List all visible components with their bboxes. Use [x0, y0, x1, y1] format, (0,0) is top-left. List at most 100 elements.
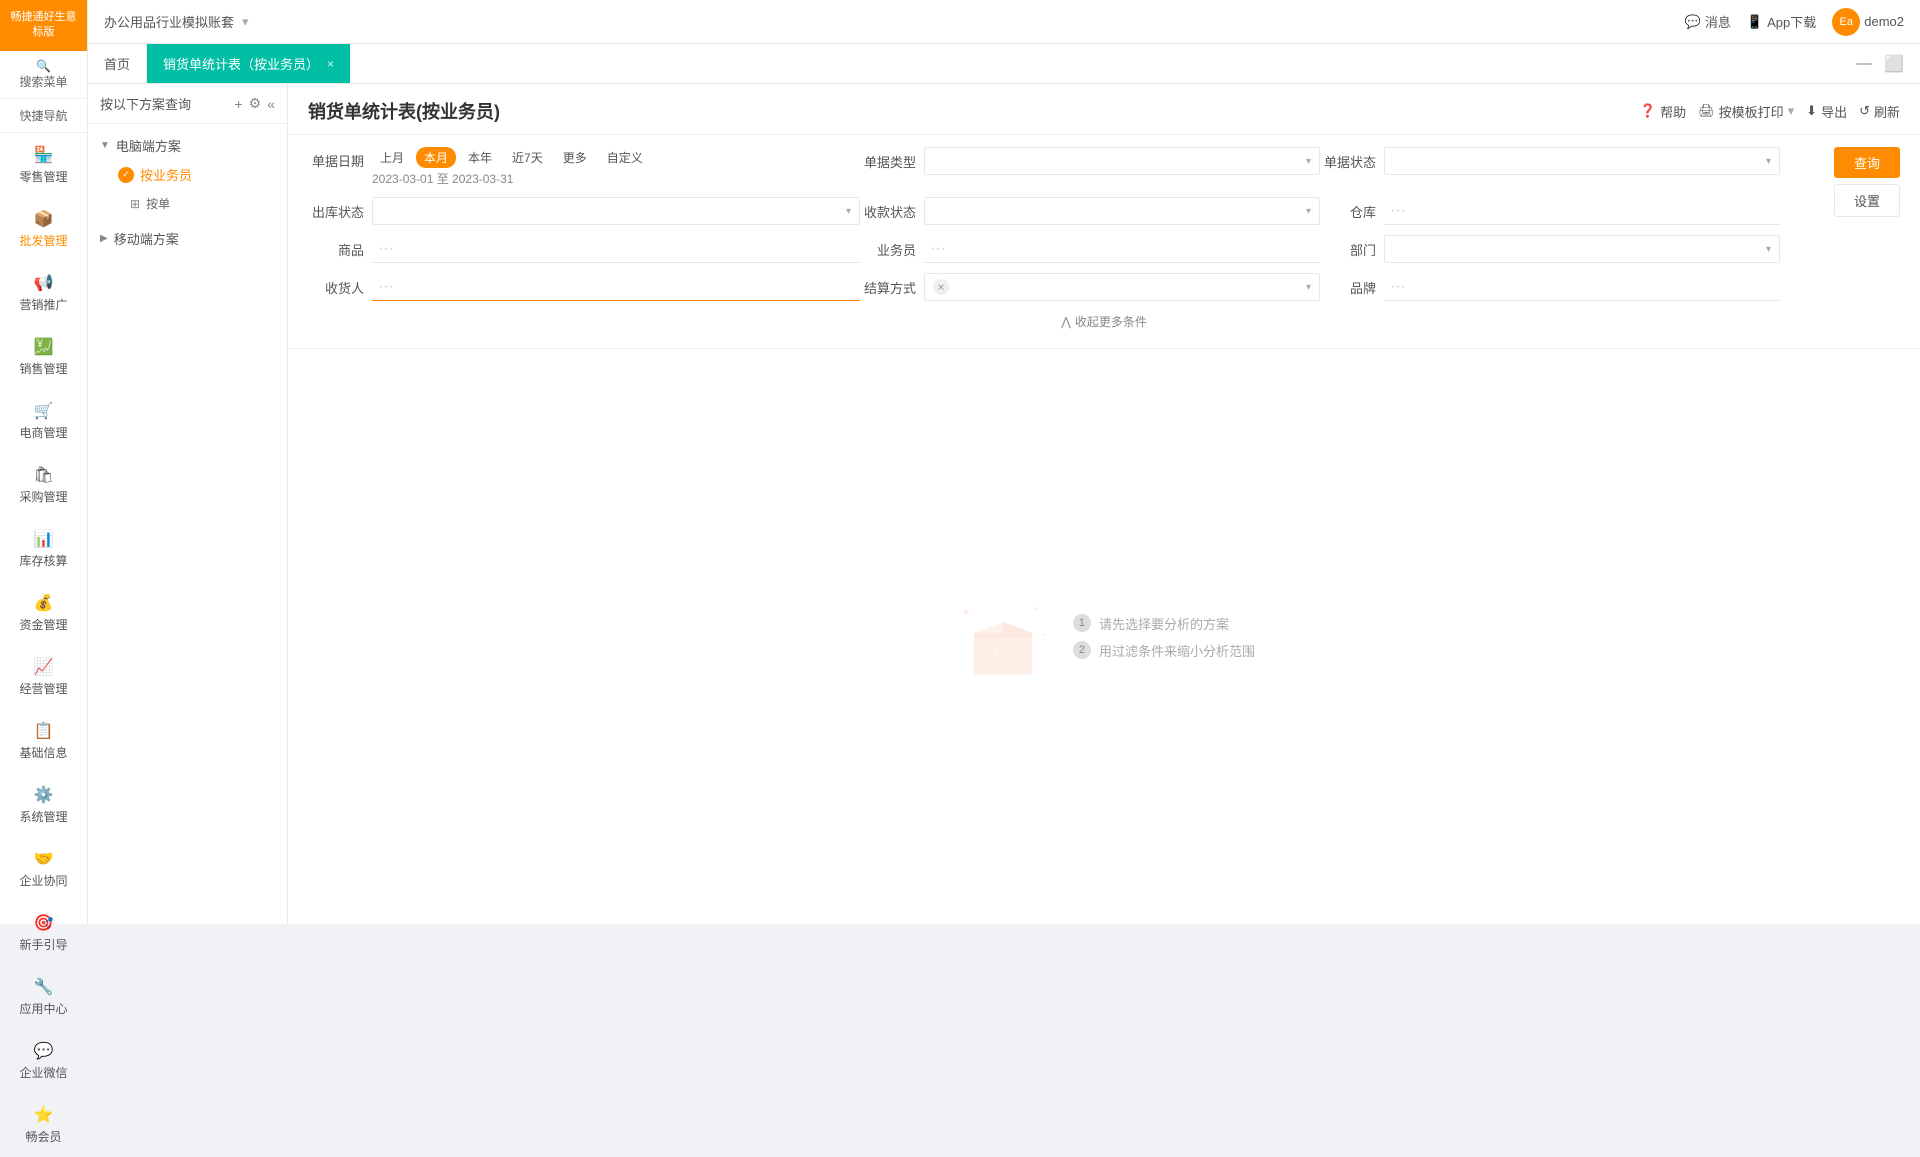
settlement-arrow-icon: ▾ — [1306, 282, 1311, 293]
scheme-item-salesperson[interactable]: ✓ 按业务员 — [88, 159, 287, 190]
mobile-scheme-group[interactable]: ▶ 移动端方案 — [88, 225, 287, 252]
svg-text:↑: ↑ — [993, 644, 1001, 661]
sidebar-item-wechat[interactable]: 💬 企业微信 — [0, 1029, 87, 1093]
search-icon: 🔍 — [5, 59, 82, 73]
header-dropdown-icon[interactable]: ▾ — [242, 14, 249, 30]
date-this-month-btn[interactable]: 本月 — [416, 147, 456, 168]
order-status-dropdown[interactable]: ▾ — [1384, 147, 1780, 175]
stock-out-arrow-icon: ▾ — [846, 206, 851, 217]
tab-close-icon[interactable]: × — [327, 57, 334, 71]
filter-salesperson-cell: 业务员 ··· — [860, 235, 1320, 263]
consignee-input[interactable]: ··· — [372, 273, 860, 301]
sidebar-item-retail[interactable]: 🏪 零售管理 — [0, 133, 87, 197]
date-custom-btn[interactable]: 自定义 — [599, 147, 651, 168]
member-icon: ⭐ — [34, 1105, 54, 1125]
settlement-dropdown[interactable]: × ▾ — [924, 273, 1320, 301]
department-dropdown[interactable]: ▾ — [1384, 235, 1780, 263]
sidebar-item-wholesale[interactable]: 📦 批发管理 — [0, 197, 87, 261]
filter-consignee-cell: 收货人 ··· — [308, 273, 860, 301]
setting-button[interactable]: 设置 — [1834, 184, 1900, 217]
scheme-settings-icon[interactable]: ⚙ — [249, 95, 262, 112]
finance-icon: 💰 — [34, 593, 54, 613]
sidebar-item-label: 企业微信 — [19, 1064, 67, 1081]
app-download-btn[interactable]: 📱 App下载 — [1747, 12, 1816, 31]
header-title: 办公用品行业模拟账套 — [104, 12, 234, 31]
sidebar-item-purchase[interactable]: 🛍 采购管理 — [0, 453, 87, 517]
tab-sales-stat[interactable]: 销货单统计表（按业务员） × — [147, 44, 350, 83]
message-btn[interactable]: 💬 消息 — [1685, 12, 1731, 31]
stock-out-dropdown[interactable]: ▾ — [372, 197, 860, 225]
main-area: 办公用品行业模拟账套 ▾ 💬 消息 📱 App下载 Ea demo2 首页 — [88, 0, 1920, 924]
filter-row-3: 商品 ··· 业务员 ··· 部门 — [308, 235, 1900, 263]
newbie-icon: 🎯 — [34, 913, 54, 933]
date-more-btn[interactable]: 更多 — [555, 147, 595, 168]
sidebar-item-member[interactable]: ⭐ 畅会员 — [0, 1093, 87, 1157]
goods-input[interactable]: ··· — [372, 235, 860, 263]
date-label: 单据日期 — [308, 147, 364, 170]
empty-illustration: ✦ ✦ ✦ ↑ — [953, 587, 1053, 687]
date-prev-month-btn[interactable]: 上月 — [372, 147, 412, 168]
goods-label: 商品 — [308, 240, 364, 259]
top-header: 办公用品行业模拟账套 ▾ 💬 消息 📱 App下载 Ea demo2 — [88, 0, 1920, 44]
collapse-panel-icon[interactable]: « — [267, 96, 275, 112]
print-dropdown-icon[interactable]: ▾ — [1788, 103, 1795, 119]
empty-state: ✦ ✦ ✦ ↑ 1 请先选择要分析的方案 2 — [288, 349, 1920, 924]
payment-dropdown[interactable]: ▾ — [924, 197, 1320, 225]
tab-home[interactable]: 首页 — [88, 44, 147, 83]
order-status-label: 单据状态 — [1320, 152, 1376, 171]
sidebar-search[interactable]: 🔍 搜索菜单 — [0, 51, 87, 99]
query-button[interactable]: 查询 — [1834, 147, 1900, 178]
sidebar-item-sales[interactable]: 💹 销售管理 — [0, 325, 87, 389]
sidebar-item-newbie[interactable]: 🎯 新手引导 — [0, 901, 87, 965]
sidebar-item-label: 应用中心 — [19, 1000, 67, 1017]
sidebar-item-operation[interactable]: 📈 经营管理 — [0, 645, 87, 709]
sidebar-logo: 畅捷通好生意 标版 — [0, 0, 87, 51]
refresh-btn[interactable]: ↺ 刷新 — [1859, 102, 1900, 121]
sidebar-item-ecommerce[interactable]: 🛒 电商管理 — [0, 389, 87, 453]
collapse-up-icon: ⋀ — [1061, 315, 1071, 329]
sidebar-item-inventory[interactable]: 📊 库存核算 — [0, 517, 87, 581]
sidebar-item-system[interactable]: ⚙️ 系统管理 — [0, 773, 87, 837]
inventory-icon: 📊 — [34, 529, 54, 549]
sidebar-item-basic[interactable]: 📋 基础信息 — [0, 709, 87, 773]
date-week-btn[interactable]: 近7天 — [504, 147, 551, 168]
sidebar-item-finance[interactable]: 💰 资金管理 — [0, 581, 87, 645]
brand-input[interactable]: ··· — [1384, 273, 1780, 301]
left-panel-actions: + ⚙ « — [234, 95, 275, 112]
sidebar-quick-nav[interactable]: 快捷导航 — [0, 99, 87, 133]
scheme-sub-label: 按单 — [146, 195, 170, 212]
scheme-sub-item-order[interactable]: ⊞ 按单 — [88, 190, 287, 217]
left-panel-title: 按以下方案查询 — [100, 94, 191, 113]
sidebar-item-label: 零售管理 — [19, 168, 67, 185]
sidebar-item-label: 畅会员 — [25, 1128, 61, 1145]
page-actions: ❓ 帮助 🖨 按模板打印 ▾ ⬇ 导出 ↺ 刷新 — [1640, 102, 1900, 121]
app-icon: 📱 — [1747, 14, 1763, 30]
salesperson-input[interactable]: ··· — [924, 235, 1320, 263]
help-btn[interactable]: ❓ 帮助 — [1640, 102, 1686, 121]
scheme-sub-icon: ⊞ — [130, 197, 140, 211]
warehouse-input[interactable]: ··· — [1384, 197, 1780, 225]
sales-icon: 💹 — [34, 337, 54, 357]
message-icon: 💬 — [1685, 14, 1701, 30]
filter-goods-cell: 商品 ··· — [308, 235, 860, 263]
sidebar-item-marketing[interactable]: 📢 营销推广 — [0, 261, 87, 325]
user-profile[interactable]: Ea demo2 — [1832, 8, 1904, 36]
add-scheme-icon[interactable]: + — [234, 96, 242, 112]
export-icon: ⬇ — [1806, 103, 1817, 119]
desktop-scheme-title[interactable]: ▼ 电脑端方案 — [88, 132, 287, 159]
print-btn[interactable]: 🖨 按模板打印 ▾ — [1698, 102, 1794, 121]
salesperson-label: 业务员 — [860, 240, 916, 259]
date-this-year-btn[interactable]: 本年 — [460, 147, 500, 168]
tab-maximize-icon[interactable]: ⬜ — [1880, 50, 1908, 78]
settlement-clear-icon[interactable]: × — [933, 279, 949, 295]
tab-bar-actions: — ⬜ — [1840, 50, 1920, 78]
goods-dots-icon: ··· — [378, 240, 394, 258]
sidebar-item-apps[interactable]: 🔧 应用中心 — [0, 965, 87, 1029]
sidebar-item-corp[interactable]: 🤝 企业协同 — [0, 837, 87, 901]
page-title: 销货单统计表(按业务员) — [308, 98, 500, 124]
tab-minimize-icon[interactable]: — — [1852, 51, 1876, 77]
export-btn[interactable]: ⬇ 导出 — [1806, 102, 1847, 121]
order-type-dropdown[interactable]: ▾ — [924, 147, 1320, 175]
sidebar-item-label: 资金管理 — [19, 616, 67, 633]
collapse-filters-btn[interactable]: ⋀ 收起更多条件 — [308, 307, 1900, 336]
